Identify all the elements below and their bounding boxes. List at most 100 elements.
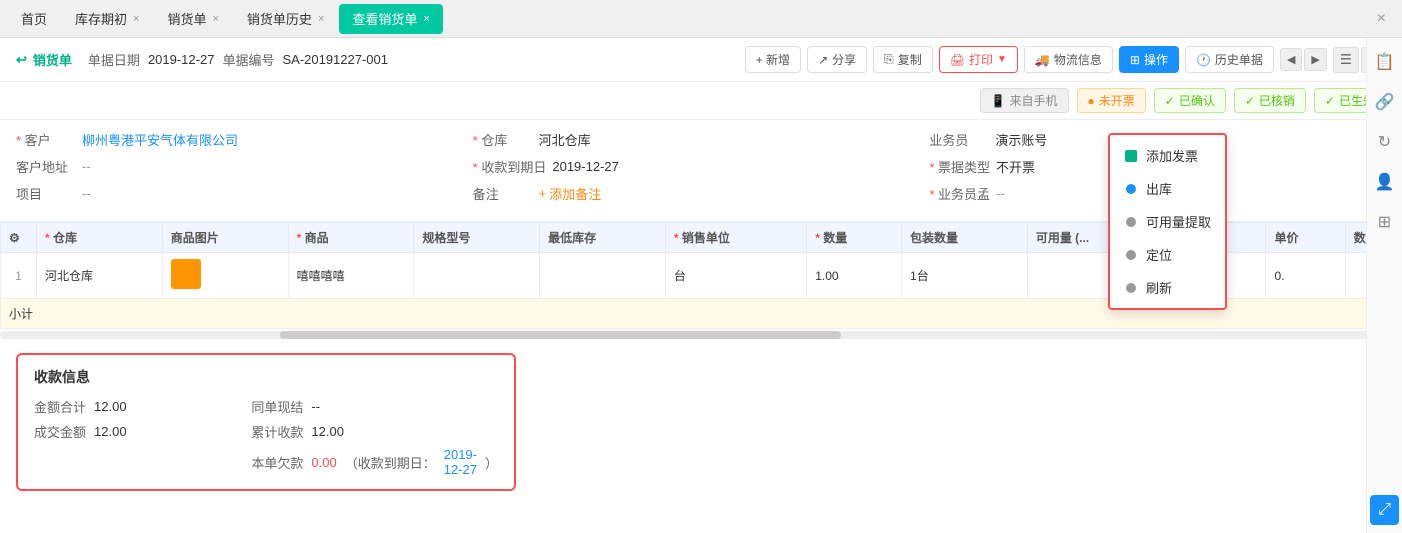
address-value: -- (82, 159, 91, 174)
date-label: 单据日期 (88, 50, 140, 69)
col-package-qty: 包装数量 (902, 223, 1028, 253)
right-sidebar: 📋 🔗 ↻ 👤 ⊞ ⤢ (1366, 38, 1402, 533)
tab-sales-history-close[interactable]: × (318, 13, 324, 25)
deal-amount-item: 成交金额 12.00 (34, 422, 221, 441)
outstanding-end: ） (485, 453, 498, 472)
project-field: 项目 -- (16, 184, 473, 203)
window-close-button[interactable]: × (1369, 6, 1394, 32)
staff-label: 业务员孟 (929, 184, 990, 203)
print-icon: 🖨 (950, 53, 965, 67)
refresh-icon (1124, 281, 1138, 295)
history-button[interactable]: 🕐 历史单据 (1185, 46, 1274, 73)
from-phone-label: 来自手机 (1009, 92, 1057, 109)
col-unit-price: 单价 (1266, 223, 1345, 253)
sidebar-icon-1[interactable]: 📋 (1369, 46, 1401, 78)
note-label: 备注 (473, 184, 533, 203)
add-invoice-label: 添加发票 (1146, 146, 1198, 165)
deal-amount-label: 成交金额 (34, 422, 86, 441)
share-button[interactable]: ↗ 分享 (807, 46, 867, 73)
customer-value[interactable]: 柳州粤港平安气体有限公司 (82, 130, 238, 149)
doc-actions: + 新增 ↗ 分享 ⎘ 复制 🖨 打印 ▼ 🚚 物流信息 (745, 46, 1386, 73)
add-button[interactable]: + 新增 (745, 46, 801, 73)
tab-inventory-label: 库存期初 (75, 9, 127, 28)
tab-sales-history-label: 销货单历史 (247, 9, 312, 28)
dropdown-locate[interactable]: 定位 (1110, 238, 1225, 271)
row-warehouse: 河北仓库 (37, 253, 163, 299)
dropdown-refresh[interactable]: 刷新 (1110, 271, 1225, 304)
available-extract-icon (1124, 215, 1138, 229)
outstanding-value: 0.00 (311, 455, 336, 470)
number-label: 单据编号 (222, 50, 274, 69)
next-button[interactable]: ▶ (1304, 48, 1326, 71)
print-label: 打印 (969, 51, 993, 68)
horizontal-scrollbar[interactable] (0, 331, 1402, 339)
warehouse-value: 河北仓库 (539, 130, 591, 149)
tab-view-sales[interactable]: 查看销货单 × (339, 4, 442, 34)
add-note-btn[interactable]: + 添加备注 (539, 184, 602, 203)
tab-home-label: 首页 (21, 9, 47, 28)
print-button[interactable]: 🖨 打印 ▼ (939, 46, 1018, 73)
prev-button[interactable]: ◀ (1280, 48, 1302, 71)
tab-view-sales-close[interactable]: × (423, 13, 429, 25)
refresh-label: 刷新 (1146, 278, 1172, 297)
operations-button[interactable]: ⊞ 操作 (1119, 46, 1179, 73)
col-settings[interactable]: ⚙ (1, 223, 37, 253)
phone-icon: 📱 (991, 94, 1006, 108)
cancelled-label: 已核销 (1259, 92, 1295, 109)
from-phone-badge[interactable]: 📱 来自手机 (980, 88, 1069, 113)
tab-inventory[interactable]: 库存期初 × (62, 4, 152, 34)
salesperson-value: 演示账号 (995, 130, 1047, 149)
not-open-badge[interactable]: ● 未开票 (1077, 88, 1146, 113)
list-view-button[interactable]: ☰ (1333, 47, 1359, 73)
address-field: 客户地址 -- (16, 157, 473, 176)
sidebar-icon-5[interactable]: ⊞ (1372, 206, 1397, 238)
dropdown-available-extract[interactable]: 可用量提取 (1110, 205, 1225, 238)
customer-field: 客户 柳州粤港平安气体有限公司 (16, 130, 473, 149)
row-min-stock (540, 253, 666, 299)
salesperson-label: 业务员 (929, 130, 989, 149)
col-spec: 规格型号 (414, 223, 540, 253)
not-open-label: 未开票 (1099, 92, 1135, 109)
cancelled-badge[interactable]: ✓ 已核销 (1234, 88, 1306, 113)
sidebar-icon-expand[interactable]: ⤢ (1370, 495, 1399, 525)
total-amount-item: 金额合计 12.00 (34, 397, 221, 416)
scroll-thumb (280, 331, 841, 339)
copy-button[interactable]: ⎘ 复制 (873, 46, 933, 73)
same-order-item: 同单现结 -- (251, 397, 498, 416)
available-extract-label: 可用量提取 (1146, 212, 1211, 231)
outstanding-note: （收款到期日： (345, 453, 436, 472)
sidebar-icon-3[interactable]: ↻ (1372, 126, 1397, 158)
cancel-icon: ✓ (1245, 94, 1255, 108)
tab-view-sales-label: 查看销货单 (352, 9, 417, 28)
payment-title: 收款信息 (34, 367, 498, 387)
add-invoice-icon (1124, 149, 1138, 163)
tab-inventory-close[interactable]: × (133, 13, 139, 25)
row-num: 1 (1, 253, 37, 299)
same-order-label: 同单现结 (251, 397, 303, 416)
check-icon: ✓ (1165, 94, 1175, 108)
tab-sales-close[interactable]: × (212, 13, 218, 25)
col-warehouse: 仓库 (37, 223, 163, 253)
logistics-label: 物流信息 (1054, 51, 1102, 68)
note-field: 备注 + 添加备注 (473, 184, 930, 203)
logistics-button[interactable]: 🚚 物流信息 (1024, 46, 1113, 73)
sidebar-icon-2[interactable]: 🔗 (1369, 86, 1401, 118)
staff-value: -- (996, 186, 1005, 201)
print-dropdown-icon: ▼ (997, 54, 1007, 65)
row-unit: 台 (665, 253, 806, 299)
payment-grid: 金额合计 12.00 同单现结 -- 成交金额 12.00 累计收款 12.00 (34, 397, 498, 477)
confirmed-badge[interactable]: ✓ 已确认 (1154, 88, 1226, 113)
row-quantity: 1.00 (807, 253, 902, 299)
tab-home[interactable]: 首页 (8, 4, 60, 34)
sidebar-icon-4[interactable]: 👤 (1369, 166, 1401, 198)
tab-sales-history[interactable]: 销货单历史 × (234, 4, 337, 34)
col-quantity: 数量 (807, 223, 902, 253)
copy-label: 复制 (898, 51, 922, 68)
dropdown-outbound[interactable]: 出库 (1110, 172, 1225, 205)
tab-sales-label: 销货单 (167, 9, 206, 28)
outbound-label: 出库 (1146, 179, 1172, 198)
total-value: 12.00 (94, 399, 127, 414)
dropdown-add-invoice[interactable]: 添加发票 (1110, 139, 1225, 172)
tab-sales[interactable]: 销货单 × (154, 4, 231, 34)
payment-section: 收款信息 金额合计 12.00 同单现结 -- 成交金额 12.00 累计收款 … (16, 353, 516, 491)
